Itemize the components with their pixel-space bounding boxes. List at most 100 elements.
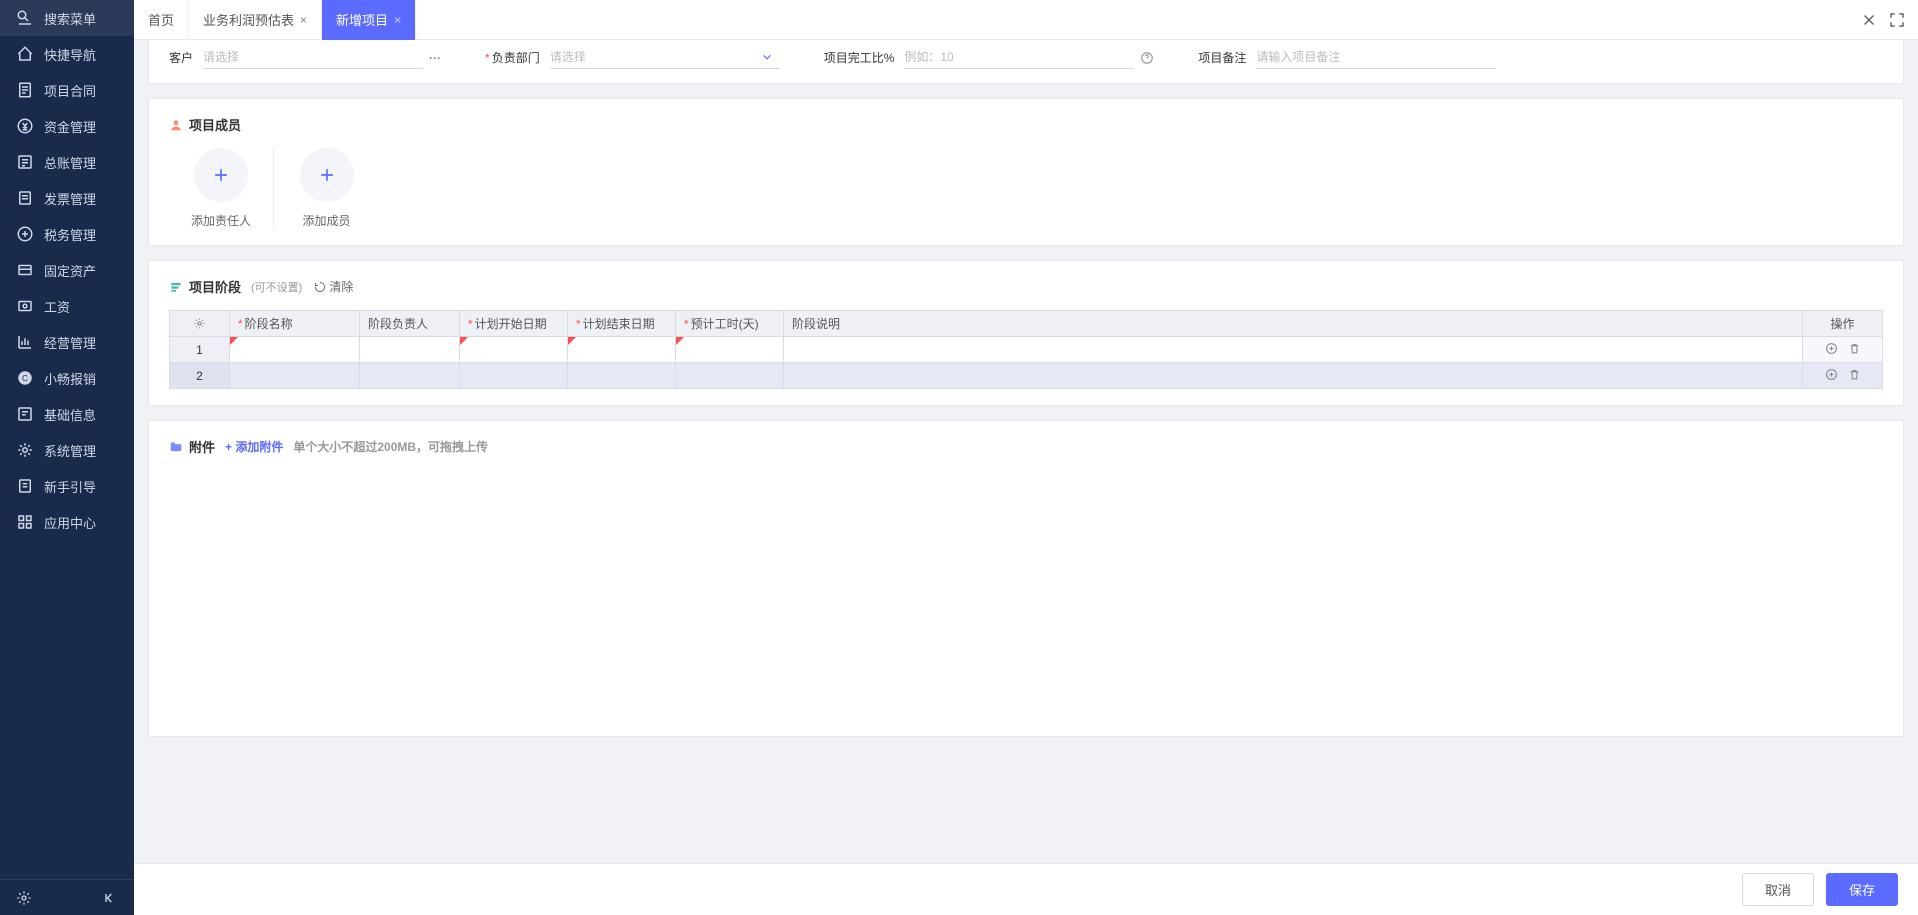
sidebar-item-project-contract[interactable]: 项目合同	[0, 72, 134, 108]
sidebar-item-label: 资金管理	[44, 117, 96, 136]
attach-title: 附件 + 添加附件 单个大小不超过200MB，可拖拽上传	[169, 437, 1883, 456]
add-manager-button[interactable]	[194, 148, 248, 202]
ledger-icon	[16, 153, 34, 171]
row-index: 1	[170, 337, 230, 363]
home-icon	[16, 45, 34, 63]
svg-text:C: C	[22, 374, 28, 383]
sidebar-item-label: 经营管理	[44, 333, 96, 352]
cell-hours[interactable]	[676, 337, 784, 363]
fullscreen-icon[interactable]	[1888, 11, 1906, 29]
col-hours: *预计工时(天)	[676, 311, 784, 337]
sidebar-item-label: 工资	[44, 297, 70, 316]
remark-input[interactable]	[1256, 46, 1496, 68]
cell-op	[1803, 337, 1883, 363]
close-panel-icon[interactable]	[1860, 11, 1878, 29]
sidebar-item-invoice-mgmt[interactable]: 发票管理	[0, 180, 134, 216]
gear-header[interactable]	[170, 311, 230, 337]
attach-hint: 单个大小不超过200MB，可拖拽上传	[293, 438, 488, 455]
sidebar-item-fund-mgmt[interactable]: 资金管理	[0, 108, 134, 144]
project-form-row: 客户 ··· *负责部门 项目完工比%	[148, 40, 1904, 84]
sidebar-item-label: 固定资产	[44, 261, 96, 280]
folder-icon	[169, 440, 183, 454]
sidebar-item-biz-mgmt[interactable]: 经营管理	[0, 324, 134, 360]
stages-table: *阶段名称 阶段负责人 *计划开始日期 *计划结束日期 *预计工时(天) 阶段说…	[169, 310, 1883, 389]
sidebar-item-label: 搜索菜单	[44, 9, 96, 28]
tab-new-project[interactable]: 新增项目×	[322, 0, 416, 40]
sidebar-item-xiaochang[interactable]: C 小畅报销	[0, 360, 134, 396]
sidebar-item-basic-info[interactable]: 基础信息	[0, 396, 134, 432]
cell-owner[interactable]	[360, 337, 460, 363]
cancel-button[interactable]: 取消	[1742, 873, 1814, 906]
dept-select[interactable]	[550, 46, 760, 68]
add-row-icon[interactable]	[1825, 368, 1838, 381]
col-end: *计划结束日期	[568, 311, 676, 337]
stages-card: 项目阶段 (可不设置) 清除 *阶段名称 阶段负责人 *计划开始日期	[148, 260, 1904, 406]
delete-row-icon[interactable]	[1848, 342, 1861, 355]
close-icon[interactable]: ×	[394, 13, 401, 27]
asset-icon	[16, 261, 34, 279]
sidebar-item-system-mgmt[interactable]: 系统管理	[0, 432, 134, 468]
clear-stages-link[interactable]: 清除	[314, 278, 353, 295]
search-list-icon	[16, 9, 34, 27]
add-member-button[interactable]	[300, 148, 354, 202]
members-card: 项目成员 添加责任人 添加成员	[148, 98, 1904, 246]
cell-name[interactable]	[230, 363, 360, 389]
tax-icon	[16, 225, 34, 243]
more-icon[interactable]: ···	[429, 51, 441, 65]
cell-end[interactable]	[568, 337, 676, 363]
sidebar-item-app-center[interactable]: 应用中心	[0, 504, 134, 540]
cell-hours[interactable]	[676, 363, 784, 389]
add-row-icon[interactable]	[1825, 342, 1838, 355]
cell-desc[interactable]	[784, 337, 1803, 363]
invoice-icon	[16, 189, 34, 207]
collapse-icon[interactable]	[102, 890, 118, 906]
stages-title: 项目阶段 (可不设置) 清除	[169, 277, 1883, 296]
add-manager: 添加责任人	[169, 148, 274, 229]
tab-home[interactable]: 首页	[134, 0, 189, 40]
sidebar-item-label: 系统管理	[44, 441, 96, 460]
cell-desc[interactable]	[784, 363, 1803, 389]
sidebar-item-search-menu[interactable]: 搜索菜单	[0, 0, 134, 36]
add-member: 添加成员	[274, 148, 379, 229]
stage-icon	[169, 280, 183, 294]
sidebar-item-label: 快捷导航	[44, 45, 96, 64]
cell-op	[1803, 363, 1883, 389]
cell-start[interactable]	[460, 363, 568, 389]
gear-icon[interactable]	[16, 890, 32, 906]
system-icon	[16, 441, 34, 459]
tab-profit-est[interactable]: 业务利润预估表×	[189, 0, 322, 40]
customer-input[interactable]	[203, 46, 403, 68]
cell-start[interactable]	[460, 337, 568, 363]
row-index: 2	[170, 363, 230, 389]
sidebar-item-salary[interactable]: 工资	[0, 288, 134, 324]
add-attachment-link[interactable]: + 添加附件	[225, 438, 283, 455]
sidebar-item-label: 应用中心	[44, 513, 96, 532]
close-icon[interactable]: ×	[300, 13, 307, 27]
sidebar-item-label: 税务管理	[44, 225, 96, 244]
field-customer: 客户 ···	[169, 46, 441, 69]
save-button[interactable]: 保存	[1826, 873, 1898, 906]
sidebar-item-ledger-mgmt[interactable]: 总账管理	[0, 144, 134, 180]
cell-owner[interactable]	[360, 363, 460, 389]
col-op: 操作	[1803, 311, 1883, 337]
main-content: 客户 ··· *负责部门 项目完工比%	[134, 40, 1918, 915]
footer-bar: 取消 保存	[134, 863, 1918, 915]
help-icon[interactable]	[1140, 51, 1154, 65]
apps-icon	[16, 513, 34, 531]
guide-icon	[16, 477, 34, 495]
sidebar-item-fixed-asset[interactable]: 固定资产	[0, 252, 134, 288]
chevron-down-icon[interactable]	[760, 50, 774, 64]
delete-row-icon[interactable]	[1848, 368, 1861, 381]
sidebar-item-quick-nav[interactable]: 快捷导航	[0, 36, 134, 72]
col-start: *计划开始日期	[460, 311, 568, 337]
expense-icon: C	[16, 369, 34, 387]
sidebar-item-tax-mgmt[interactable]: 税务管理	[0, 216, 134, 252]
cell-name[interactable]	[230, 337, 360, 363]
document-icon	[16, 81, 34, 99]
table-row: 1	[170, 337, 1883, 363]
sidebar-footer	[0, 879, 134, 915]
completion-input[interactable]	[904, 46, 1119, 68]
person-icon	[169, 118, 183, 132]
cell-end[interactable]	[568, 363, 676, 389]
sidebar-item-newbie-guide[interactable]: 新手引导	[0, 468, 134, 504]
